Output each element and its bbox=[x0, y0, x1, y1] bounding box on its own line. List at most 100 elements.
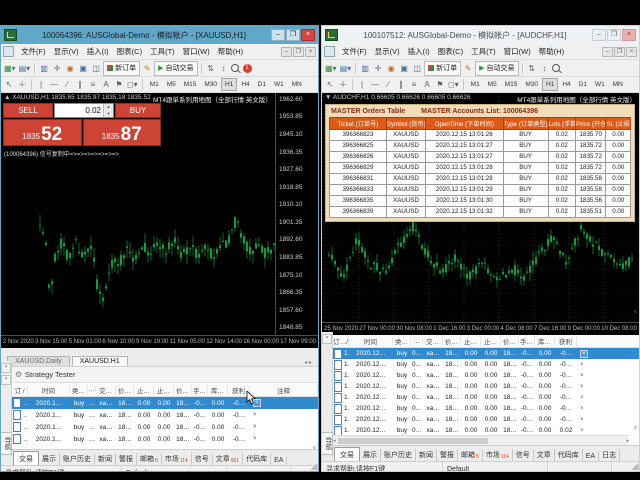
terminal-col-0[interactable]: 订…/ bbox=[333, 336, 349, 346]
crosshair-icon[interactable]: ＋ bbox=[16, 79, 28, 91]
scroll-left-icon[interactable]: ◂ bbox=[333, 438, 336, 444]
menu-item-2[interactable]: 插入(I) bbox=[404, 45, 434, 58]
terminal-col-5[interactable]: 价… bbox=[443, 336, 461, 346]
terminal-col-0[interactable]: 订 / bbox=[12, 384, 28, 395]
scroll-down-icon[interactable]: ˅ bbox=[312, 446, 316, 470]
restore-button[interactable]: ❐ bbox=[607, 29, 621, 41]
order-row[interactable]: …2020.1…buy…xa…18…0.000.0018…-0…0.00-0…× bbox=[12, 421, 318, 433]
mdi-restore-button[interactable]: ❐ bbox=[293, 46, 304, 57]
master-row[interactable]: 396366835 XAUUSD 2020.12.15 13:01:30 BUY 0.0… bbox=[329, 195, 631, 207]
sell-price[interactable]: 1835 52 bbox=[3, 119, 82, 146]
menu-item-4[interactable]: 工具(T) bbox=[146, 45, 179, 58]
zoom-out-icon[interactable]: ↕ bbox=[539, 62, 551, 74]
terminal-col-9[interactable]: 手… bbox=[192, 384, 208, 395]
timeframe-mn[interactable]: MN bbox=[288, 78, 306, 91]
menu-item-5[interactable]: 窗口(W) bbox=[500, 45, 535, 58]
menu-item-3[interactable]: 图表(C) bbox=[434, 45, 467, 58]
menu-item-0[interactable]: 文件(F) bbox=[17, 45, 50, 58]
buy-price[interactable]: 1835 87 bbox=[82, 119, 161, 146]
chart-xauusd[interactable]: ▲ XAUUSD,H1 1835.65 1835.97 1835.18 1835… bbox=[1, 93, 318, 348]
timeframe-h1[interactable]: H1 bbox=[542, 78, 559, 91]
timeframe-m1[interactable]: M1 bbox=[146, 78, 163, 91]
timeframe-w1[interactable]: W1 bbox=[270, 78, 288, 91]
terminal-tab-9[interactable]: 代码库 bbox=[555, 449, 583, 461]
terminal-icon[interactable]: ▣ bbox=[77, 62, 89, 74]
hline-icon[interactable]: — bbox=[369, 79, 381, 91]
terminal-tab-0[interactable]: 交易 bbox=[334, 447, 360, 461]
menu-item-4[interactable]: 工具(T) bbox=[467, 45, 500, 58]
terminal-tab-8[interactable]: 文章 bbox=[534, 449, 555, 461]
autotrade-button[interactable]: ▶ 自动交易 bbox=[475, 60, 519, 76]
terminal-col-1[interactable]: 时间 bbox=[28, 384, 70, 395]
close-order-icon[interactable]: × bbox=[580, 395, 584, 401]
timeframe-m1[interactable]: M1 bbox=[467, 78, 484, 91]
close-button[interactable]: × bbox=[622, 29, 636, 41]
metaeditor-icon[interactable]: ✎ bbox=[462, 62, 474, 74]
menu-item-5[interactable]: 窗口(W) bbox=[179, 45, 214, 58]
terminal-tab-11[interactable]: 日志 bbox=[599, 449, 621, 461]
volume-value[interactable]: 0.02 bbox=[55, 106, 103, 115]
terminal-col-5[interactable]: 价… bbox=[116, 384, 134, 395]
close-order-icon[interactable]: × bbox=[580, 428, 584, 434]
fibonacci-icon[interactable]: ≡ bbox=[87, 79, 99, 91]
terminal-tab-4[interactable]: 警报 bbox=[437, 449, 458, 461]
shapes-icon[interactable]: ◻▾ bbox=[126, 79, 139, 91]
buy-button[interactable]: BUY bbox=[115, 103, 161, 118]
navigator-side-tab[interactable]: 导航 bbox=[1, 432, 12, 455]
search-icon[interactable] bbox=[230, 64, 239, 72]
terminal-tab-1[interactable]: 展示 bbox=[360, 449, 381, 461]
menu-item-1[interactable]: 显示(V) bbox=[371, 45, 404, 58]
mdi-close-button[interactable]: × bbox=[626, 46, 637, 57]
terminal-col-8[interactable]: 价… bbox=[501, 336, 519, 346]
close-order-icon[interactable]: × bbox=[253, 436, 257, 442]
terminal-tab-10[interactable]: EA bbox=[271, 456, 288, 465]
terminal-tab-0[interactable]: 交易 bbox=[13, 451, 39, 465]
order-row[interactable]: 1…2020.12…buy0…xa…18…0.000.0018…-0…0.00-… bbox=[333, 392, 639, 403]
zoom-out-icon[interactable]: ↕ bbox=[218, 62, 230, 74]
terminal-tab-6[interactable]: 市场 114 bbox=[483, 449, 513, 461]
text-icon[interactable]: A bbox=[100, 79, 112, 91]
minimize-button[interactable]: – bbox=[592, 29, 606, 41]
titlebar-left[interactable]: 100064396: AUSGlobal-Demo - 模拟帐户 - [XAUU… bbox=[1, 26, 318, 44]
profiles-icon[interactable]: ▤▾ bbox=[18, 62, 32, 74]
scroll-right-icon[interactable]: ▸ bbox=[626, 438, 629, 444]
close-terminal-icon[interactable]: × bbox=[1, 375, 11, 385]
close-tester-icon[interactable]: × bbox=[1, 363, 11, 373]
chart-doc-icon[interactable] bbox=[324, 46, 335, 57]
terminal-tab-5[interactable]: 邮箱 8 bbox=[137, 453, 162, 465]
close-button[interactable]: × bbox=[301, 29, 315, 41]
menu-item-0[interactable]: 文件(F) bbox=[338, 45, 371, 58]
trendline-icon[interactable]: ∕ bbox=[61, 79, 73, 91]
terminal-col-3[interactable]: … bbox=[411, 337, 423, 345]
timeframe-m15[interactable]: M15 bbox=[180, 78, 201, 91]
close-order-icon[interactable]: × bbox=[253, 424, 257, 430]
terminal-col-2[interactable]: 类… bbox=[70, 384, 88, 395]
order-row[interactable]: …2020.1…buy…xa…18…0.000.0018…-0…0.00-0…× bbox=[12, 433, 318, 445]
order-row[interactable]: 1…2020.12…buy0…xa…18…0.000.0018…-0…0.00-… bbox=[333, 370, 639, 381]
terminal-col-4[interactable]: 交… bbox=[423, 336, 443, 346]
terminal-col-4[interactable]: 交… bbox=[96, 384, 116, 395]
order-row[interactable]: 1…2020.12…buy0…xa…18…0.000.0018…-0…0.00-… bbox=[333, 348, 639, 359]
restore-button[interactable]: ❐ bbox=[286, 29, 300, 41]
terminal-col-10[interactable]: 库… bbox=[208, 384, 228, 395]
trendline-icon[interactable]: ∕ bbox=[382, 79, 394, 91]
chart-tab-0[interactable]: XAUUSD,Daily bbox=[7, 356, 70, 366]
timeframe-h4[interactable]: H4 bbox=[558, 78, 574, 91]
terminal-col-7[interactable]: 止… bbox=[154, 384, 174, 395]
timeframe-h4[interactable]: H4 bbox=[237, 78, 253, 91]
menu-item-6[interactable]: 帮助(H) bbox=[535, 45, 568, 58]
tester-icon[interactable]: ◫ bbox=[90, 62, 102, 74]
shapes-icon[interactable]: ◻▾ bbox=[447, 79, 460, 91]
terminal-tab-5[interactable]: 邮箱 8 bbox=[458, 449, 483, 461]
channel-icon[interactable]: ∥ bbox=[395, 79, 407, 91]
close-order-icon[interactable]: × bbox=[580, 417, 584, 423]
order-row[interactable]: …2020.1…buy…xa…18…0.000.0018…-0…0.00-0…× bbox=[12, 397, 318, 409]
terminal-tab-3[interactable]: 新闻 bbox=[95, 453, 116, 465]
metaeditor-icon[interactable]: ✎ bbox=[141, 62, 153, 74]
new-order-button[interactable]: 新订单 bbox=[103, 60, 141, 76]
terminal-tab-9[interactable]: 代码库 bbox=[243, 453, 272, 465]
status-profile[interactable]: Default bbox=[122, 466, 227, 471]
master-row[interactable]: 396366823 XAUUSD 2020.12.15 13:01:26 BUY 0.0… bbox=[329, 129, 631, 141]
terminal-col-9[interactable]: 手… bbox=[519, 336, 535, 346]
order-row[interactable]: 1…2020.12…buy0…xa…18…0.000.0018…-0…0.00-… bbox=[333, 359, 639, 370]
